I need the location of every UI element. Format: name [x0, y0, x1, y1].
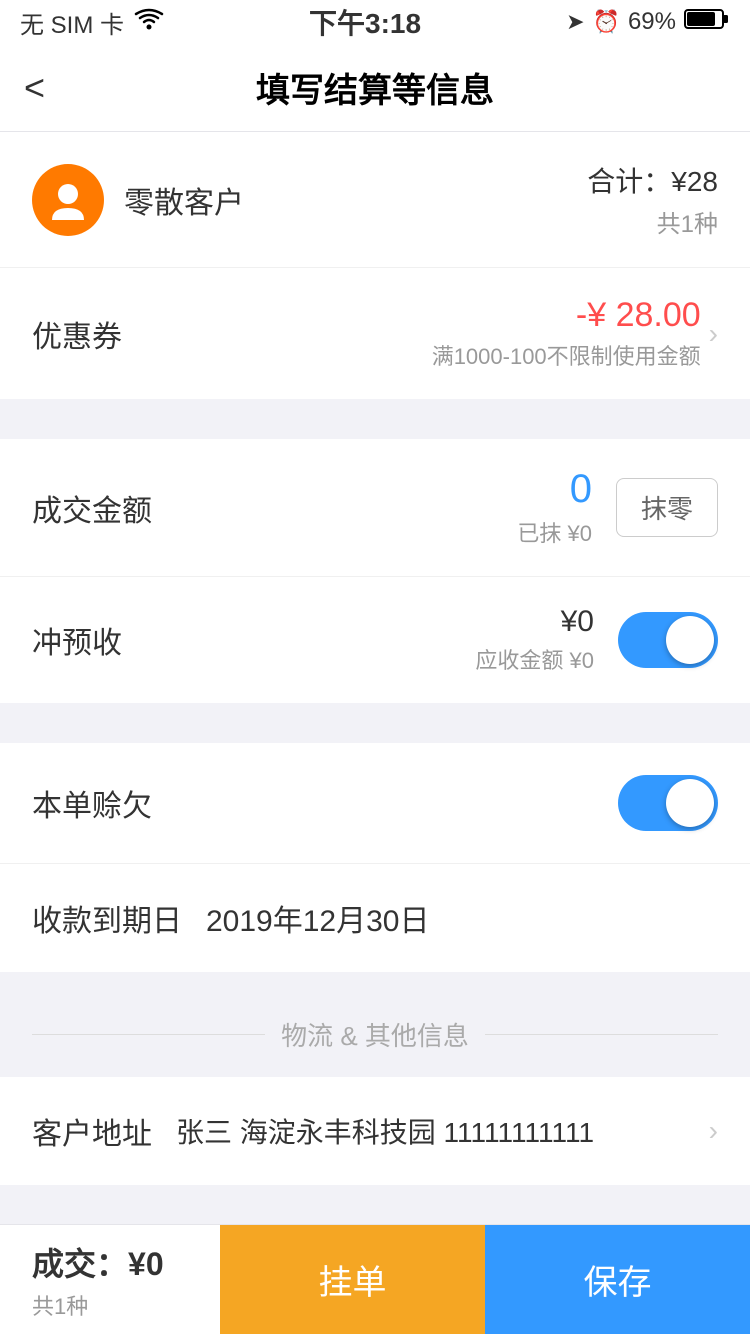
bottom-info: 成交：¥0 共1种: [0, 1239, 220, 1321]
bottom-bar: 成交：¥0 共1种 挂单 保存: [0, 1224, 750, 1334]
alarm-icon: ⏰: [593, 9, 620, 35]
content-area: 零散客户 合计：¥28 共1种 优惠券 -¥ 28.00 满1000-100不限…: [0, 132, 750, 1325]
due-date-label: 收款到期日: [32, 896, 182, 940]
coupon-info: -¥ 28.00 满1000-100不限制使用金额: [432, 296, 701, 371]
deal-value: ¥0: [128, 1246, 164, 1282]
status-time: 下午3:18: [309, 2, 421, 42]
bottom-deal-label: 成交：¥0: [32, 1239, 188, 1285]
section-divider-1: [0, 419, 750, 439]
prepay-sub: 应收金额 ¥0: [475, 643, 594, 675]
coupon-label: 优惠券: [32, 312, 122, 356]
page-title: 填写结算等信息: [256, 63, 494, 112]
logistics-label: 物流 & 其他信息: [281, 1016, 469, 1053]
chevron-right-icon: ›: [709, 318, 718, 350]
prepay-label: 冲预收: [32, 618, 122, 662]
amount-sub: 已抹 ¥0: [517, 516, 592, 548]
customer-section: 零散客户 合计：¥28 共1种 优惠券 -¥ 28.00 满1000-100不限…: [0, 132, 750, 399]
logistics-line-right: [485, 1034, 718, 1035]
address-row[interactable]: 客户地址 张三 海淀永丰科技园 11111111111 ›: [0, 1077, 750, 1185]
prepay-right: ¥0 应收金额 ¥0: [475, 605, 718, 675]
coupon-sub: 满1000-100不限制使用金额: [432, 339, 701, 371]
coupon-right: -¥ 28.00 满1000-100不限制使用金额 ›: [432, 296, 718, 371]
logistics-header: 物流 & 其他信息: [0, 992, 750, 1077]
customer-left: 零散客户: [32, 164, 244, 236]
battery-text: 69%: [628, 8, 676, 36]
amount-label: 成交金额: [32, 486, 152, 530]
due-date-row: 收款到期日 2019年12月30日: [0, 863, 750, 972]
nav-bar: < 填写结算等信息: [0, 44, 750, 132]
hold-button[interactable]: 挂单: [220, 1225, 485, 1334]
prepay-row: 冲预收 ¥0 应收金额 ¥0: [0, 577, 750, 703]
amount-section: 成交金额 0 已抹 ¥0 抹零 冲预收 ¥0 应收金额 ¥0: [0, 439, 750, 703]
customer-avatar: [32, 164, 104, 236]
round-button[interactable]: 抹零: [616, 478, 718, 537]
amount-info: 0 已抹 ¥0: [517, 467, 592, 548]
total-sub: 共1种: [587, 204, 718, 239]
logistics-section: 物流 & 其他信息: [0, 992, 750, 1077]
wifi-icon: [134, 8, 164, 37]
status-left: 无 SIM 卡: [20, 5, 164, 40]
customer-name: 零散客户: [124, 178, 244, 222]
bottom-count: 共1种: [32, 1289, 188, 1321]
address-value: 张三 海淀永丰科技园 11111111111: [152, 1111, 709, 1151]
section-divider-2: [0, 723, 750, 743]
debt-section: 本单赊欠 收款到期日 2019年12月30日: [0, 743, 750, 972]
address-label: 客户地址: [32, 1109, 152, 1153]
debt-row: 本单赊欠: [0, 743, 750, 863]
coupon-discount: -¥ 28.00: [432, 296, 701, 335]
back-button[interactable]: <: [24, 67, 45, 109]
address-section: 客户地址 张三 海淀永丰科技园 11111111111 ›: [0, 1077, 750, 1185]
status-bar: 无 SIM 卡 下午3:18 ➤ ⏰ 69%: [0, 0, 750, 44]
customer-right: 合计：¥28 共1种: [587, 160, 718, 239]
battery-icon: [684, 7, 730, 38]
debt-toggle[interactable]: [618, 775, 718, 831]
logistics-line-left: [32, 1034, 265, 1035]
address-chevron-icon: ›: [709, 1115, 718, 1147]
status-right: ➤ ⏰ 69%: [566, 7, 730, 38]
prepay-info: ¥0 应收金额 ¥0: [475, 605, 594, 675]
prepay-amount: ¥0: [475, 605, 594, 639]
due-date-value: 2019年12月30日: [206, 896, 429, 940]
amount-value: 0: [517, 467, 592, 512]
save-button[interactable]: 保存: [485, 1225, 750, 1334]
location-icon: ➤: [566, 9, 584, 35]
prepay-toggle[interactable]: [618, 612, 718, 668]
coupon-row[interactable]: 优惠券 -¥ 28.00 满1000-100不限制使用金额 ›: [0, 267, 750, 399]
amount-right: 0 已抹 ¥0 抹零: [517, 467, 718, 548]
total-label: 合计：¥28: [587, 160, 718, 200]
carrier-text: 无 SIM 卡: [20, 5, 124, 40]
deal-prefix: 成交：: [32, 1246, 128, 1282]
customer-row: 零散客户 合计：¥28 共1种: [0, 132, 750, 267]
amount-row: 成交金额 0 已抹 ¥0 抹零: [0, 439, 750, 577]
debt-label: 本单赊欠: [32, 781, 152, 825]
